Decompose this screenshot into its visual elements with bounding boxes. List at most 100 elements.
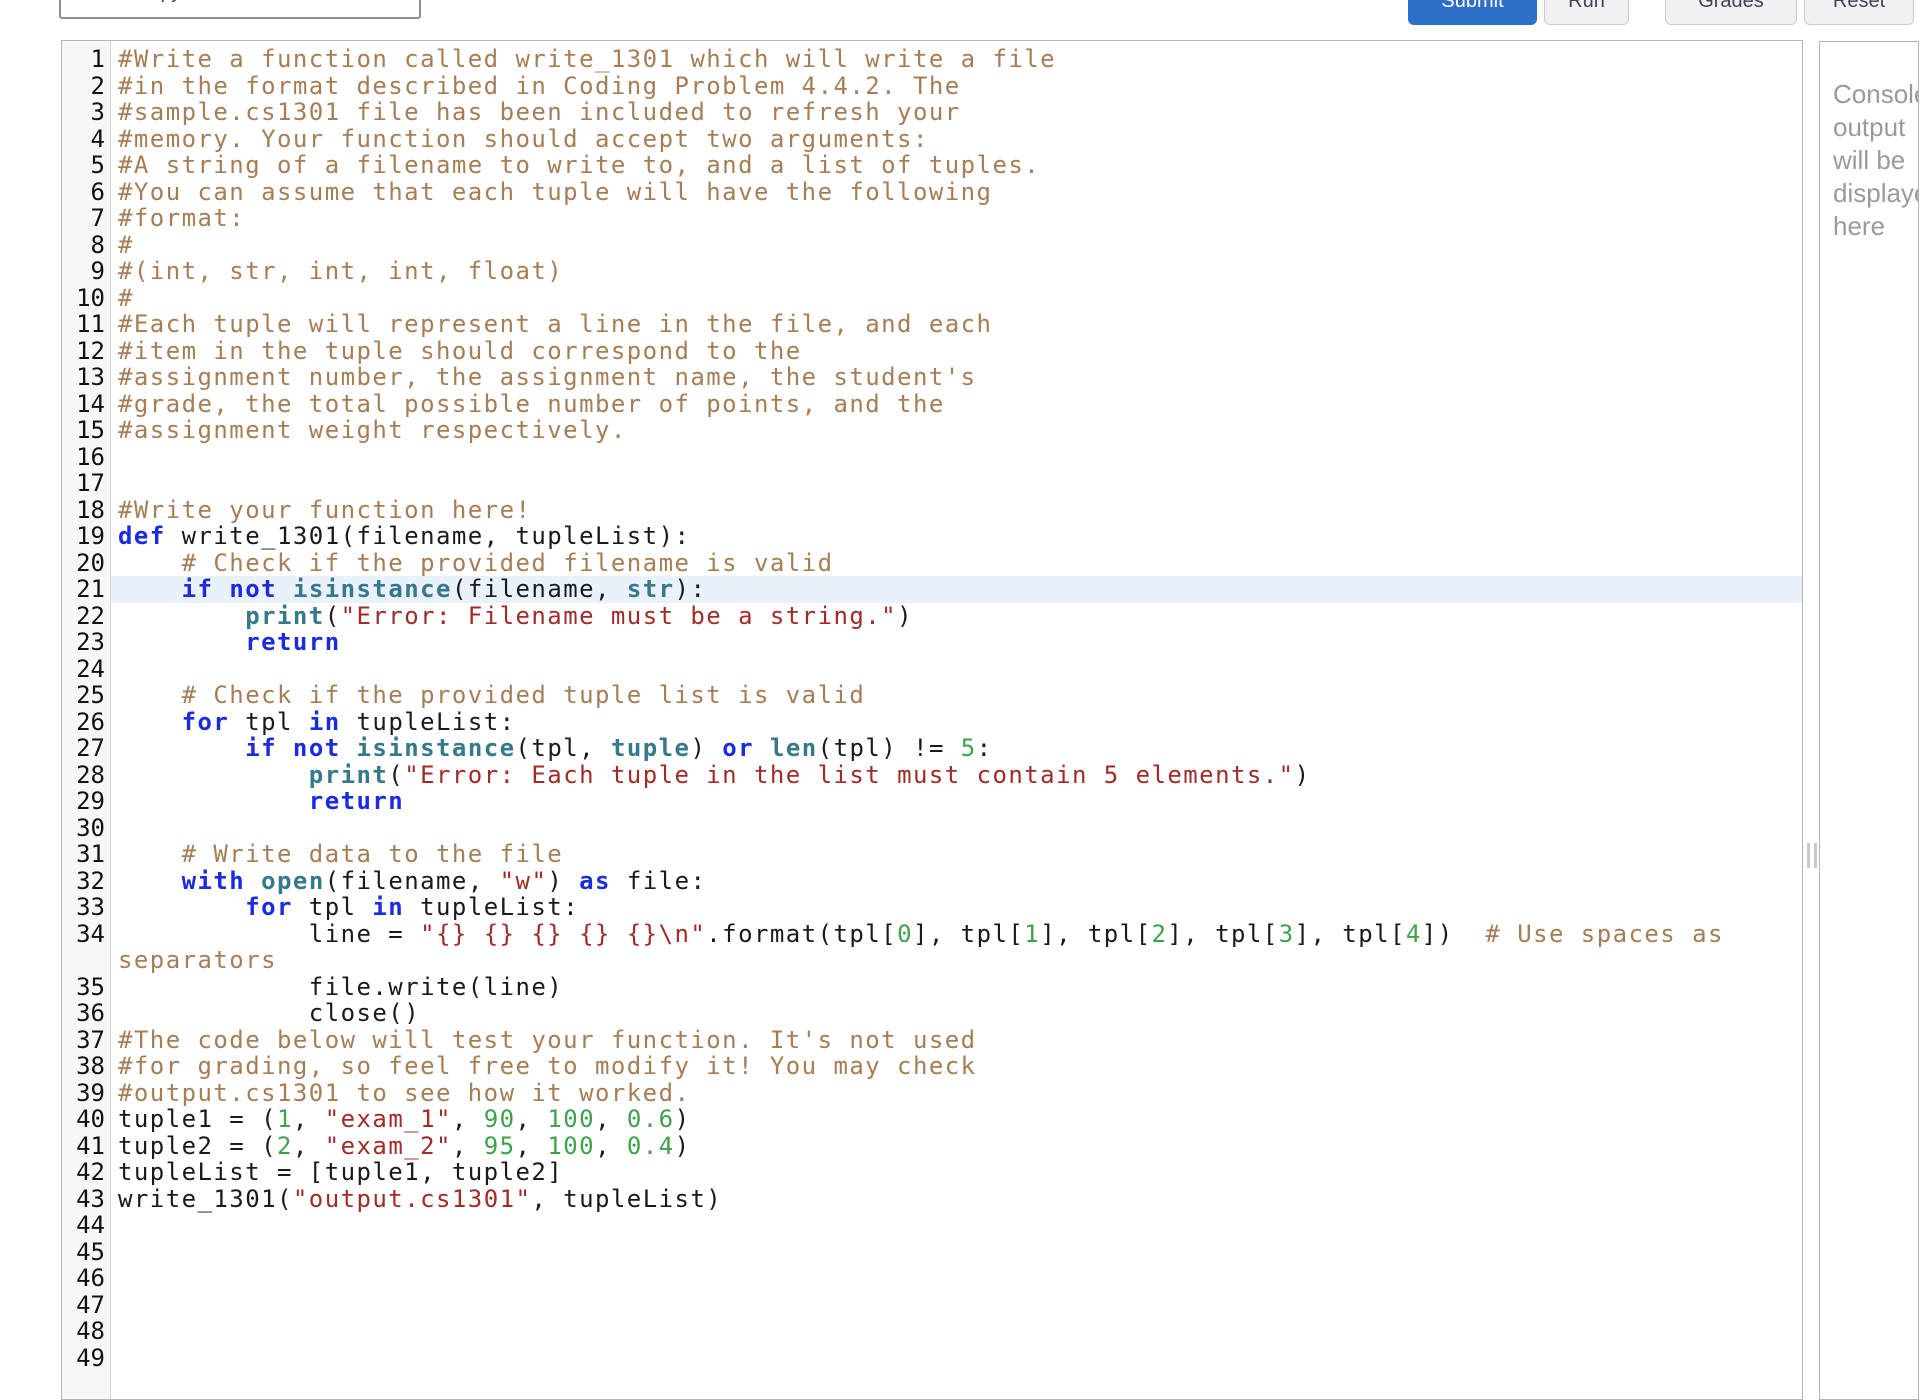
grades-button[interactable]: Grades	[1665, 0, 1797, 25]
code-token: # Write data to the file	[182, 840, 564, 868]
code-line-19[interactable]: 19def write_1301(filename, tupleList):	[62, 523, 1802, 550]
code-token: "Error: Each tuple in the list must cont…	[404, 761, 1294, 789]
code-line-29[interactable]: 29 return	[62, 788, 1802, 815]
line-number: 46	[62, 1265, 105, 1292]
line-number: 17	[62, 470, 105, 497]
code-line-28[interactable]: 28 print("Error: Each tuple in the list …	[62, 762, 1802, 789]
code-token: #Each tuple will represent a line in the…	[118, 310, 992, 338]
code-line-39[interactable]: 39#output.cs1301 to see how it worked.	[62, 1080, 1802, 1107]
code-line-14[interactable]: 14#grade, the total possible number of p…	[62, 391, 1802, 418]
code-line-36[interactable]: 36 close()	[62, 1000, 1802, 1027]
line-number: 14	[62, 391, 105, 418]
code-token: file.write(line)	[118, 973, 563, 1001]
line-number: 13	[62, 364, 105, 391]
code-token: line =	[118, 920, 420, 948]
code-line-23[interactable]: 23 return	[62, 629, 1802, 656]
code-line-11[interactable]: 11#Each tuple will represent a line in t…	[62, 311, 1802, 338]
code-token	[277, 575, 293, 603]
code-line-7[interactable]: 7#format:	[62, 205, 1802, 232]
code-line-49[interactable]: 49	[62, 1345, 1802, 1372]
line-number: 31	[62, 841, 105, 868]
code-token	[118, 840, 182, 868]
splitter-grip-icon[interactable]	[1807, 843, 1817, 868]
code-line-44[interactable]: 44	[62, 1212, 1802, 1239]
code-line-37[interactable]: 37#The code below will test your functio…	[62, 1027, 1802, 1054]
code-token: tpl	[293, 893, 373, 921]
code-line-35[interactable]: 35 file.write(line)	[62, 974, 1802, 1001]
code-line-10[interactable]: 10#	[62, 285, 1802, 312]
code-token: 1	[1024, 920, 1040, 948]
code-line-47[interactable]: 47	[62, 1292, 1802, 1319]
code-token: 1	[277, 1105, 293, 1133]
code-line-30[interactable]: 30	[62, 815, 1802, 842]
code-line-6[interactable]: 6#You can assume that each tuple will ha…	[62, 179, 1802, 206]
code-token: ,	[595, 1132, 627, 1160]
code-token: # Check if the provided filename is vali…	[182, 549, 834, 577]
code-line-33[interactable]: 33 for tpl in tupleList:	[62, 894, 1802, 921]
run-button[interactable]: Run	[1544, 0, 1629, 25]
code-token: 100	[547, 1132, 595, 1160]
code-line-1[interactable]: 1#Write a function called write_1301 whi…	[62, 46, 1802, 73]
code-token: (filename,	[452, 575, 627, 603]
code-token: tuple2 = (	[118, 1132, 277, 1160]
code-token: ,	[452, 1105, 484, 1133]
code-line-25[interactable]: 25 # Check if the provided tuple list is…	[62, 682, 1802, 709]
code-line-12[interactable]: 12#item in the tuple should correspond t…	[62, 338, 1802, 365]
reset-button[interactable]: Reset	[1804, 0, 1914, 25]
code-line-40[interactable]: 40tuple1 = (1, "exam_1", 90, 100, 0.6)	[62, 1106, 1802, 1133]
code-line-13[interactable]: 13#assignment number, the assignment nam…	[62, 364, 1802, 391]
code-token: #	[118, 284, 134, 312]
code-token: (tpl) !=	[818, 734, 961, 762]
code-token: in	[372, 893, 404, 921]
code-area[interactable]: 1#Write a function called write_1301 whi…	[62, 41, 1802, 1371]
code-line-42[interactable]: 42tupleList = [tuple1, tuple2]	[62, 1159, 1802, 1186]
line-number: 24	[62, 656, 105, 683]
code-token: print	[245, 602, 325, 630]
code-token: ], tpl[	[913, 920, 1024, 948]
code-line-20[interactable]: 20 # Check if the provided filename is v…	[62, 550, 1802, 577]
line-number: 27	[62, 735, 105, 762]
code-line-3[interactable]: 3#sample.cs1301 file has been included t…	[62, 99, 1802, 126]
code-token	[245, 867, 261, 895]
code-token: ):	[675, 575, 707, 603]
code-token: (filename,	[325, 867, 500, 895]
code-line-16[interactable]: 16	[62, 444, 1802, 471]
code-line-43[interactable]: 43write_1301("output.cs1301", tupleList)	[62, 1186, 1802, 1213]
code-line-17[interactable]: 17	[62, 470, 1802, 497]
code-line-18[interactable]: 18#Write your function here!	[62, 497, 1802, 524]
code-line-41[interactable]: 41tuple2 = (2, "exam_2", 95, 100, 0.4)	[62, 1133, 1802, 1160]
panel-splitter[interactable]	[1803, 41, 1819, 1396]
submit-button[interactable]: Submit	[1408, 0, 1537, 25]
code-line-32[interactable]: 32 with open(filename, "w") as file:	[62, 868, 1802, 895]
line-number: 45	[62, 1239, 105, 1266]
console-output[interactable]: Console output will be displayed here	[1819, 41, 1919, 1400]
line-number: 2	[62, 73, 105, 100]
code-line-45[interactable]: 45	[62, 1239, 1802, 1266]
code-token: #memory. Your function should accept two…	[118, 125, 929, 153]
code-line-24[interactable]: 24	[62, 656, 1802, 683]
code-line-4[interactable]: 4#memory. Your function should accept tw…	[62, 126, 1802, 153]
code-line-5[interactable]: 5#A string of a filename to write to, an…	[62, 152, 1802, 179]
filename-input[interactable]	[59, 0, 421, 19]
code-line-2[interactable]: 2#in the format described in Coding Prob…	[62, 73, 1802, 100]
code-line-34[interactable]: 34 line = "{} {} {} {} {}\n".format(tpl[…	[62, 921, 1802, 974]
code-token: #format:	[118, 204, 245, 232]
code-token	[118, 602, 245, 630]
code-line-26[interactable]: 26 for tpl in tupleList:	[62, 709, 1802, 736]
code-line-46[interactable]: 46	[62, 1265, 1802, 1292]
line-number: 34	[62, 921, 105, 948]
code-line-31[interactable]: 31 # Write data to the file	[62, 841, 1802, 868]
code-line-27[interactable]: 27 if not isinstance(tpl, tuple) or len(…	[62, 735, 1802, 762]
code-token: tupleList = [tuple1, tuple2]	[118, 1158, 563, 1186]
line-number: 25	[62, 682, 105, 709]
code-token: in	[309, 708, 341, 736]
code-line-8[interactable]: 8#	[62, 232, 1802, 259]
code-editor[interactable]: 1#Write a function called write_1301 whi…	[61, 40, 1803, 1400]
code-line-38[interactable]: 38#for grading, so feel free to modify i…	[62, 1053, 1802, 1080]
code-token: write_1301(filename, tupleList):	[166, 522, 691, 550]
code-line-48[interactable]: 48	[62, 1318, 1802, 1345]
code-line-22[interactable]: 22 print("Error: Filename must be a stri…	[62, 603, 1802, 630]
code-line-9[interactable]: 9#(int, str, int, int, float)	[62, 258, 1802, 285]
code-line-21[interactable]: 21 if not isinstance(filename, str):	[62, 576, 1802, 603]
code-line-15[interactable]: 15#assignment weight respectively.	[62, 417, 1802, 444]
